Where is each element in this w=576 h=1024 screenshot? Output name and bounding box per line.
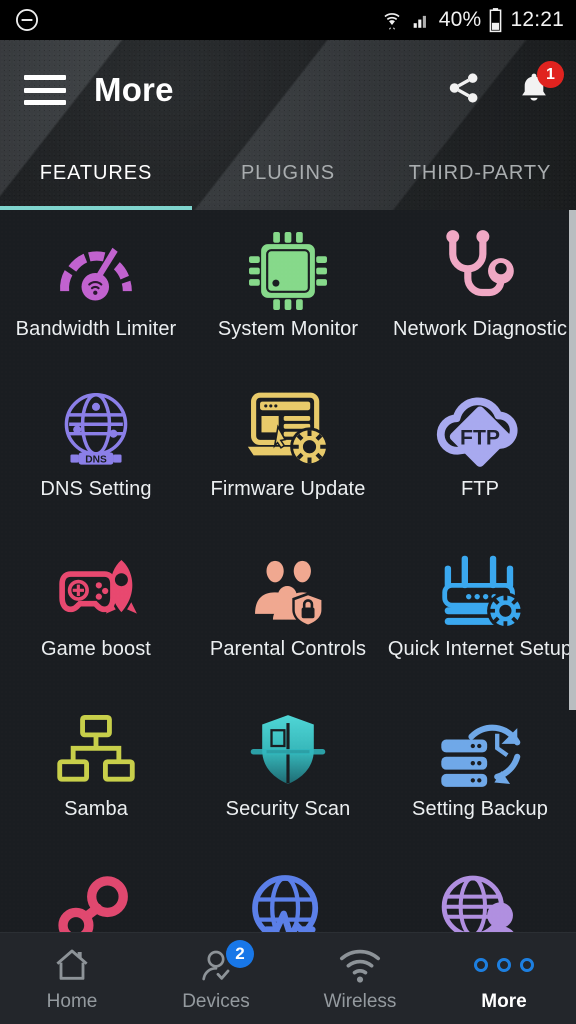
cloud-ftp-icon: FTP (432, 388, 528, 474)
feature-label: DNS Setting (40, 478, 152, 500)
do-not-disturb-icon (14, 7, 40, 33)
battery-icon (488, 7, 503, 33)
tab-plugins-label: PLUGINS (240, 161, 336, 184)
notifications-button[interactable]: 1 (514, 61, 564, 110)
feature-parental-controls[interactable]: Parental Controls (192, 530, 384, 690)
hamburger-menu-icon[interactable] (24, 75, 66, 105)
feature-samba[interactable]: Samba (0, 690, 192, 850)
tab-bar: FEATURES PLUGINS THIRD-PARTY (0, 140, 576, 210)
tab-active-underline (0, 206, 192, 210)
status-left (14, 7, 40, 33)
feature-ftp[interactable]: FTP FTP (384, 370, 576, 530)
shield-scan-icon (242, 708, 334, 794)
more-dots (474, 957, 534, 972)
cellular-signal-icon (410, 9, 432, 31)
share-icon (445, 69, 483, 112)
gamepad-rocket-icon (48, 548, 144, 634)
app-bar: More 1 (0, 40, 576, 140)
tab-plugins[interactable]: PLUGINS (192, 140, 384, 210)
nav-item-more[interactable]: More (432, 933, 576, 1024)
battery-percent-label: 40% (438, 8, 482, 31)
tab-third-party-label: THIRD-PARTY (408, 161, 552, 184)
feature-bandwidth-limiter[interactable]: Bandwidth Limiter (0, 210, 192, 370)
feature-label: Bandwidth Limiter (15, 318, 177, 340)
nav-label: Devices (182, 990, 250, 1012)
feature-label: Quick Internet Setup (387, 638, 573, 660)
nav-label: Home (46, 990, 98, 1012)
network-tree-icon (53, 708, 139, 794)
bottom-navigation: Home 2 Devices Wireless More (0, 932, 576, 1024)
feature-label: Samba (64, 798, 128, 820)
tab-third-party[interactable]: THIRD-PARTY (384, 140, 576, 210)
dns-icon-text: DNS (85, 454, 107, 465)
feature-firmware-update[interactable]: Firmware Update (192, 370, 384, 530)
laptop-gear-icon (242, 388, 334, 474)
feature-quick-internet-setup[interactable]: Quick Internet Setup (384, 530, 576, 690)
globe-dns-icon: DNS (53, 388, 139, 474)
feature-network-diagnostic[interactable]: Network Diagnostic (384, 210, 576, 370)
feature-label: Setting Backup (412, 798, 548, 820)
feature-system-monitor[interactable]: System Monitor (192, 210, 384, 370)
devices-badge: 2 (226, 939, 254, 968)
more-dots-icon (474, 945, 534, 985)
app-bar-actions: 1 (444, 61, 564, 110)
wifi-icon (381, 9, 403, 31)
page-title: More (94, 71, 174, 108)
tab-features-label: FEATURES (39, 161, 153, 184)
app-screen: 40% 12:21 More 1 FEATURES PLUGINS THIRD-… (0, 0, 576, 1024)
nav-label: More (481, 990, 527, 1012)
family-shield-lock-icon (242, 548, 334, 634)
feature-setting-backup[interactable]: Setting Backup (384, 690, 576, 850)
share-button[interactable] (444, 70, 484, 110)
feature-game-boost[interactable]: Game boost (0, 530, 192, 690)
feature-security-scan[interactable]: Security Scan (192, 690, 384, 850)
gauge-wifi-icon (50, 228, 142, 314)
feature-label: Firmware Update (210, 478, 366, 500)
feature-label: Network Diagnostic (392, 318, 568, 340)
app-header: More 1 FEATURES PLUGINS THIRD-PARTY (0, 40, 576, 210)
feature-label: Parental Controls (209, 638, 367, 660)
router-gear-icon (432, 548, 528, 634)
nav-label: Wireless (323, 990, 397, 1012)
nav-item-devices[interactable]: 2 Devices (144, 933, 288, 1024)
cpu-chip-icon (245, 228, 331, 314)
feature-dns-setting[interactable]: DNS DNS Setting (0, 370, 192, 530)
feature-label: FTP (460, 478, 500, 500)
feature-label: Game boost (41, 638, 151, 660)
ftp-icon-text: FTP (460, 426, 500, 449)
vertical-scrollbar[interactable] (569, 210, 576, 710)
feature-grid-container[interactable]: Bandwidth Limiter System Monitor Network… (0, 210, 576, 952)
home-icon (51, 945, 93, 985)
status-right: 40% 12:21 (381, 7, 564, 33)
wifi-icon (337, 945, 383, 985)
feature-label: Security Scan (225, 798, 351, 820)
nav-item-home[interactable]: Home (0, 933, 144, 1024)
server-clock-icon (434, 708, 526, 794)
stethoscope-icon (434, 228, 526, 314)
nav-item-wireless[interactable]: Wireless (288, 933, 432, 1024)
feature-label: System Monitor (217, 318, 359, 340)
devices-icon: 2 (195, 939, 254, 985)
feature-grid: Bandwidth Limiter System Monitor Network… (0, 210, 576, 952)
notification-badge: 1 (537, 61, 564, 88)
status-bar: 40% 12:21 (0, 0, 576, 40)
tab-features[interactable]: FEATURES (0, 140, 192, 210)
clock-label: 12:21 (510, 8, 564, 31)
